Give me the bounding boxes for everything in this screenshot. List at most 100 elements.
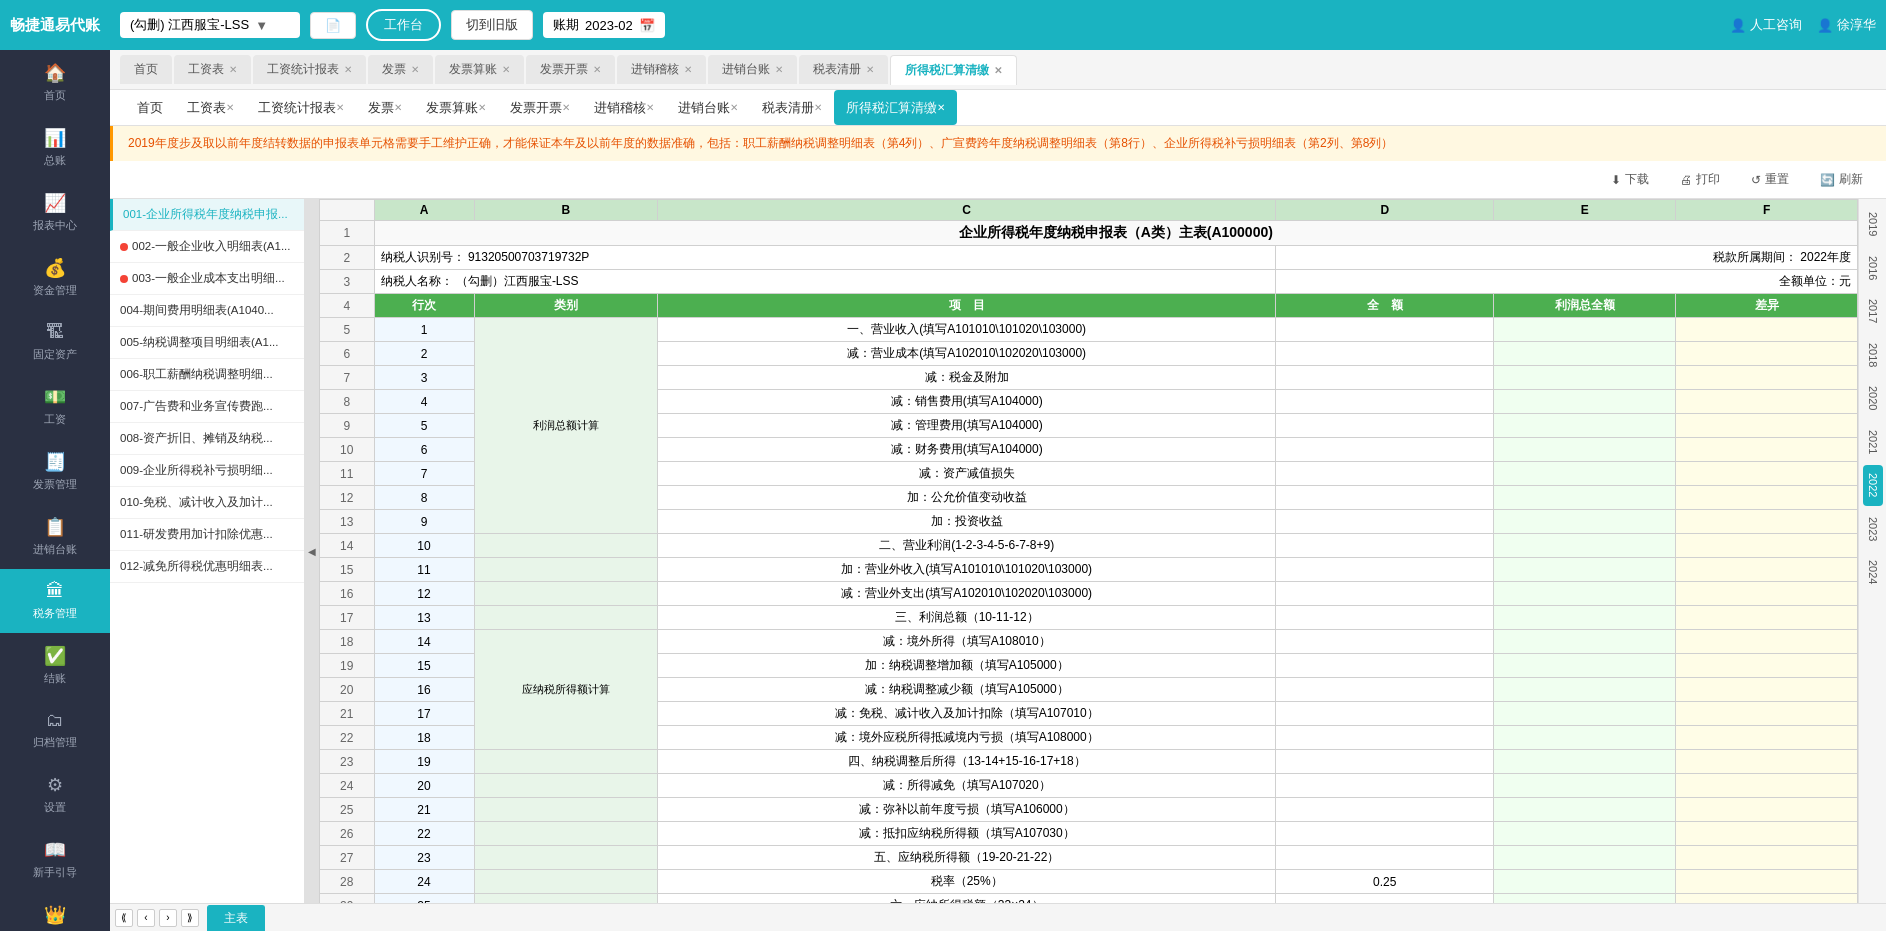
amount-6[interactable]: [1276, 438, 1494, 462]
list-item-006[interactable]: 006-职工薪酬纳税调整明细...: [110, 359, 304, 391]
amount-15[interactable]: [1276, 654, 1494, 678]
profit-5[interactable]: [1494, 414, 1676, 438]
item-12[interactable]: 减：营业外支出(填写A102010\102020\103000): [658, 582, 1276, 606]
list-item-004[interactable]: 004-期间费用明细表(A1040...: [110, 295, 304, 327]
nav-invoice-open[interactable]: 发票开票 ✕: [498, 90, 582, 125]
list-item-009[interactable]: 009-企业所得税补亏损明细...: [110, 455, 304, 487]
item-10[interactable]: 二、营业利润(1-2-3-4-5-6-7-8+9): [658, 534, 1276, 558]
amount-12[interactable]: [1276, 582, 1494, 606]
amount-20[interactable]: [1276, 774, 1494, 798]
diff-25[interactable]: [1676, 894, 1858, 903]
list-item-003[interactable]: 003-一般企业成本支出明细...: [110, 263, 304, 295]
tab-payroll-stats[interactable]: 工资统计报表 ✕: [253, 55, 366, 84]
tab-home[interactable]: 首页: [120, 55, 172, 84]
profit-14[interactable]: [1494, 630, 1676, 654]
amount-18[interactable]: [1276, 726, 1494, 750]
diff-20[interactable]: [1676, 774, 1858, 798]
profit-7[interactable]: [1494, 462, 1676, 486]
profit-11[interactable]: [1494, 558, 1676, 582]
item-9[interactable]: 加：投资收益: [658, 510, 1276, 534]
profit-23[interactable]: [1494, 846, 1676, 870]
tab-invoice-calc[interactable]: 发票算账 ✕: [435, 55, 524, 84]
amount-17[interactable]: [1276, 702, 1494, 726]
year-2024[interactable]: 2024: [1863, 552, 1883, 592]
sidebar-item-member[interactable]: 👑 畅会员: [0, 892, 110, 931]
nav-tax-table[interactable]: 税表清册 ✕: [750, 90, 834, 125]
amount-5[interactable]: [1276, 414, 1494, 438]
item-2[interactable]: 减：营业成本(填写A102010\102020\103000): [658, 342, 1276, 366]
item-3[interactable]: 减：税金及附加: [658, 366, 1276, 390]
amount-13[interactable]: [1276, 606, 1494, 630]
amount-1[interactable]: [1276, 318, 1494, 342]
list-item-005[interactable]: 005-纳税调整项目明细表(A1...: [110, 327, 304, 359]
sheet-tab-main[interactable]: 主表: [207, 905, 265, 931]
diff-22[interactable]: [1676, 822, 1858, 846]
item-1[interactable]: 一、营业收入(填写A101010\101020\103000): [658, 318, 1276, 342]
amount-25[interactable]: [1276, 894, 1494, 903]
close-tab-tax-calc-icon[interactable]: ✕: [994, 65, 1002, 76]
diff-12[interactable]: [1676, 582, 1858, 606]
item-5[interactable]: 减：管理费用(填写A104000): [658, 414, 1276, 438]
company-selector[interactable]: (勾删) 江西服宝-LSS ▼: [120, 12, 300, 38]
close-tab-payroll-stats-icon[interactable]: ✕: [344, 64, 352, 75]
amount-8[interactable]: [1276, 486, 1494, 510]
amount-19[interactable]: [1276, 750, 1494, 774]
sheet-nav-last[interactable]: ⟫: [181, 909, 199, 927]
diff-24[interactable]: [1676, 870, 1858, 894]
item-24[interactable]: 税率（25%）: [658, 870, 1276, 894]
workbench-button[interactable]: 工作台: [366, 9, 441, 41]
profit-20[interactable]: [1494, 774, 1676, 798]
list-item-002[interactable]: 002-一般企业收入明细表(A1...: [110, 231, 304, 263]
diff-13[interactable]: [1676, 606, 1858, 630]
diff-2[interactable]: [1676, 342, 1858, 366]
tab-tax-calc[interactable]: 所得税汇算清缴 ✕: [890, 55, 1017, 85]
item-6[interactable]: 减：财务费用(填写A104000): [658, 438, 1276, 462]
tab-invoice[interactable]: 发票 ✕: [368, 55, 433, 84]
amount-9[interactable]: [1276, 510, 1494, 534]
diff-7[interactable]: [1676, 462, 1858, 486]
download-button[interactable]: ⬇ 下载: [1603, 167, 1657, 192]
profit-21[interactable]: [1494, 798, 1676, 822]
profit-15[interactable]: [1494, 654, 1676, 678]
service-button[interactable]: 👤 人工咨询: [1730, 16, 1802, 34]
nav-purchase-ledger[interactable]: 进销台账 ✕: [666, 90, 750, 125]
tab-payroll[interactable]: 工资表 ✕: [174, 55, 251, 84]
profit-25[interactable]: [1494, 894, 1676, 903]
diff-10[interactable]: [1676, 534, 1858, 558]
tab-invoice-open[interactable]: 发票开票 ✕: [526, 55, 615, 84]
sidebar-item-purchase[interactable]: 📋 进销台账: [0, 504, 110, 569]
profit-22[interactable]: [1494, 822, 1676, 846]
diff-3[interactable]: [1676, 366, 1858, 390]
year-2016[interactable]: 2016: [1863, 248, 1883, 288]
profit-18[interactable]: [1494, 726, 1676, 750]
diff-4[interactable]: [1676, 390, 1858, 414]
nav-payroll-stats[interactable]: 工资统计报表 ✕: [246, 90, 356, 125]
sheet-nav-next[interactable]: ›: [159, 909, 177, 927]
nav-home[interactable]: 首页: [125, 90, 175, 125]
sidebar-item-invoice[interactable]: 🧾 发票管理: [0, 439, 110, 504]
year-2023[interactable]: 2023: [1863, 509, 1883, 549]
year-2020[interactable]: 2020: [1863, 378, 1883, 418]
sidebar-item-settlement[interactable]: ✅ 结账: [0, 633, 110, 698]
item-13[interactable]: 三、利润总额（10-11-12）: [658, 606, 1276, 630]
profit-6[interactable]: [1494, 438, 1676, 462]
nav-payroll[interactable]: 工资表 ✕: [175, 90, 246, 125]
close-tab-payroll-icon[interactable]: ✕: [229, 64, 237, 75]
sheet-nav-prev[interactable]: ‹: [137, 909, 155, 927]
profit-17[interactable]: [1494, 702, 1676, 726]
amount-3[interactable]: [1276, 366, 1494, 390]
nav-invoice-calc[interactable]: 发票算账 ✕: [414, 90, 498, 125]
year-2021[interactable]: 2021: [1863, 422, 1883, 462]
amount-2[interactable]: [1276, 342, 1494, 366]
amount-14[interactable]: [1276, 630, 1494, 654]
profit-3[interactable]: [1494, 366, 1676, 390]
profit-24[interactable]: [1494, 870, 1676, 894]
item-7[interactable]: 减：资产减值损失: [658, 462, 1276, 486]
sidebar-item-tax[interactable]: 🏛 税务管理: [0, 569, 110, 633]
diff-5[interactable]: [1676, 414, 1858, 438]
collapse-panel-button[interactable]: ◀: [305, 199, 319, 903]
list-item-007[interactable]: 007-广告费和业务宣传费跑...: [110, 391, 304, 423]
profit-13[interactable]: [1494, 606, 1676, 630]
amount-11[interactable]: [1276, 558, 1494, 582]
nav-invoice[interactable]: 发票 ✕: [356, 90, 414, 125]
